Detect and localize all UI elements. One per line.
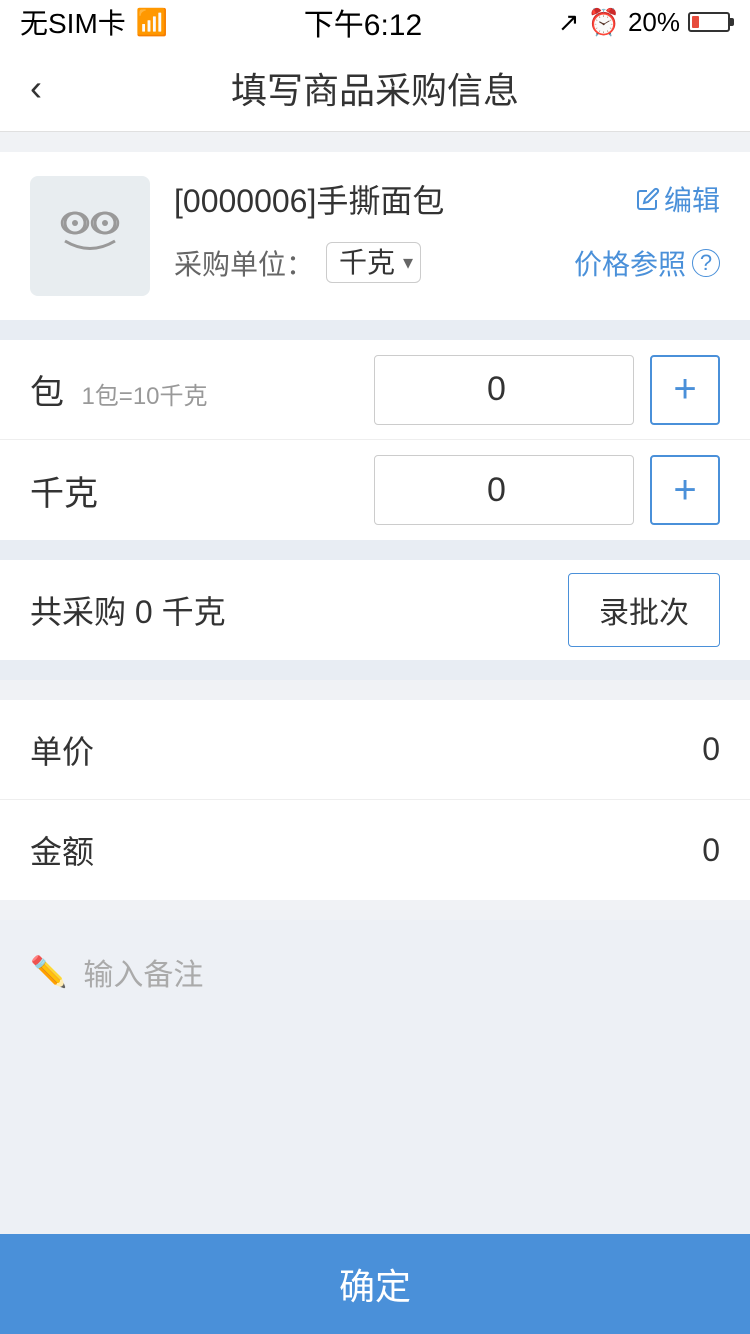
unit-price-label: 单价 [30, 727, 94, 773]
bao-field-wrap: + [208, 355, 720, 425]
product-image [30, 176, 150, 296]
page-title: 填写商品采购信息 [231, 62, 519, 114]
unit-select[interactable]: 千克 包 [326, 242, 421, 283]
edit-button[interactable]: 编辑 [636, 179, 720, 219]
unit-label: 采购单位： [174, 243, 314, 283]
amount-label: 金额 [30, 827, 94, 873]
summary-row: 共采购 0 千克 录批次 [0, 560, 750, 660]
wifi-icon: 📶 [136, 7, 168, 38]
price-ref-button[interactable]: 价格参照 ? [574, 243, 720, 283]
product-unit-row: 采购单位： 千克 包 价格参照 ? [174, 242, 720, 283]
location-icon: ↗ [558, 7, 580, 38]
alarm-icon: ⏰ [588, 7, 620, 38]
bao-input-row: 包 1包=10千克 + [0, 340, 750, 440]
record-batch-button[interactable]: 录批次 [568, 573, 720, 647]
divider-1 [0, 320, 750, 340]
divider-2 [0, 540, 750, 560]
product-name: [0000006]手撕面包 [174, 176, 444, 222]
battery-icon [688, 12, 730, 32]
confirm-button[interactable]: 确定 [0, 1234, 750, 1334]
quantity-input-section: 包 1包=10千克 + 千克 + [0, 340, 750, 540]
unit-select-wrap[interactable]: 千克 包 [326, 242, 421, 283]
pencil-icon: ✏️ [30, 955, 67, 990]
kg-input-row: 千克 + [0, 440, 750, 540]
product-name-row: [0000006]手撕面包 编辑 [174, 176, 720, 222]
unit-price-value: 0 [702, 731, 720, 768]
status-left: 无SIM卡 📶 [20, 2, 168, 42]
bao-sublabel: 1包=10千克 [81, 383, 207, 410]
status-bar: 无SIM卡 📶 下午6:12 ↗ ⏰ 20% [0, 0, 750, 44]
help-icon: ? [692, 249, 720, 277]
carrier-label: 无SIM卡 [20, 2, 126, 42]
kg-plus-button[interactable]: + [650, 455, 720, 525]
product-info: [0000006]手撕面包 编辑 采购单位： 千克 包 [174, 176, 720, 283]
kg-input[interactable] [374, 455, 634, 525]
bao-input[interactable] [374, 355, 634, 425]
time-label: 下午6:12 [304, 0, 422, 44]
divider-3 [0, 660, 750, 680]
status-right: ↗ ⏰ 20% [558, 7, 730, 38]
notes-placeholder: 输入备注 [83, 950, 203, 994]
back-button[interactable]: ‹ [30, 67, 42, 109]
summary-text: 共采购 0 千克 [30, 587, 226, 633]
kg-field-wrap: + [150, 455, 720, 525]
battery-percent: 20% [628, 7, 680, 38]
bao-plus-button[interactable]: + [650, 355, 720, 425]
product-logo [50, 191, 130, 281]
price-section: 单价 0 金额 0 [0, 700, 750, 900]
amount-row: 金额 0 [0, 800, 750, 900]
amount-value: 0 [702, 832, 720, 869]
nav-bar: ‹ 填写商品采购信息 [0, 44, 750, 132]
product-card: [0000006]手撕面包 编辑 采购单位： 千克 包 [0, 152, 750, 320]
bao-label: 包 1包=10千克 [30, 365, 208, 414]
kg-label: 千克 [30, 466, 150, 515]
summary-section: 共采购 0 千克 录批次 [0, 540, 750, 680]
unit-price-row: 单价 0 [0, 700, 750, 800]
notes-section[interactable]: ✏️ 输入备注 [0, 920, 750, 1024]
